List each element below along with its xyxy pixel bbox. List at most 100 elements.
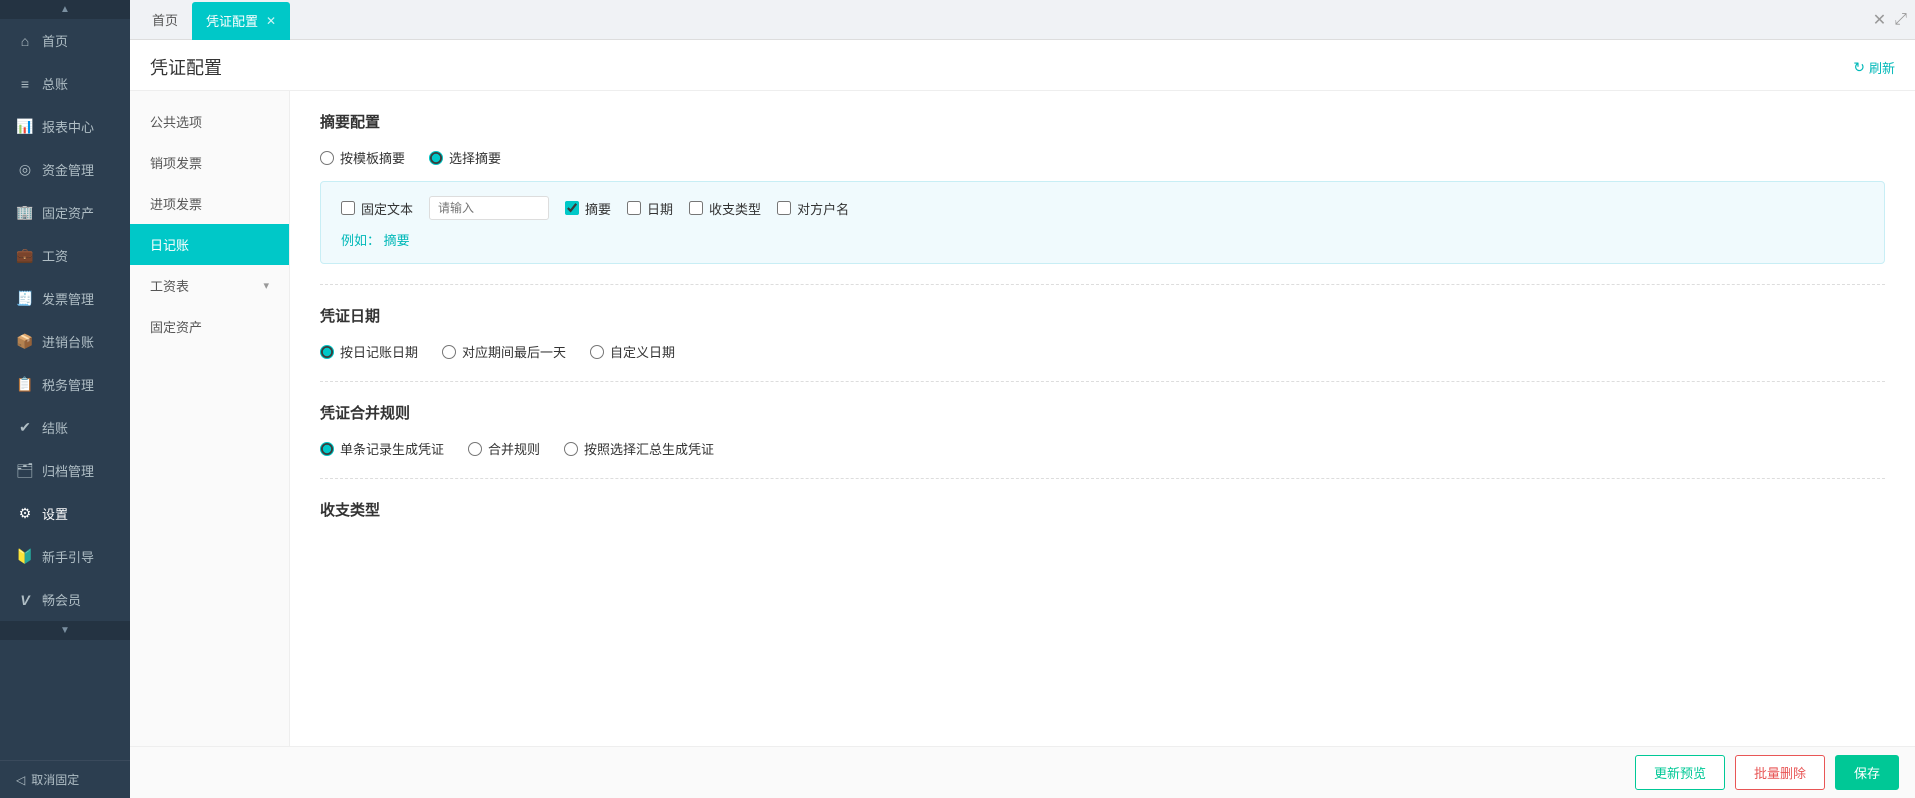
nav-sales[interactable]: 销项发票 [130,142,289,183]
content-area: 凭证配置 ↻ 刷新 公共选项 销项发票 进项发票 日记账 [130,40,1915,798]
select-merge-radio[interactable] [564,442,578,456]
sidebar-scroll-up[interactable]: ▲ [0,0,130,19]
date-checkbox[interactable] [627,201,641,215]
income-type-field[interactable]: 收支类型 [689,199,761,218]
summary-field[interactable]: 摘要 [565,199,611,218]
unpin-button[interactable]: ◁ 取消固定 [0,760,130,798]
invoice-icon: 🧾 [16,290,34,307]
sidebar-item-label: 畅会员 [42,590,81,609]
sidebar-item-ledger[interactable]: ≡ 总账 [0,62,130,105]
nav-public-label: 公共选项 [150,112,202,131]
template-radio[interactable] [320,151,334,165]
sidebar-item-invoice[interactable]: 🧾 发票管理 [0,277,130,320]
merge-radio[interactable] [468,442,482,456]
nav-payroll[interactable]: 工资表 ▾ [130,265,289,306]
journal-date-label: 按日记账日期 [340,342,418,361]
sidebar-item-home[interactable]: ⌂ 首页 [0,19,130,62]
save-button[interactable]: 保存 [1835,755,1899,790]
last-day-radio[interactable] [442,345,456,359]
nav-fixed-assets-label: 固定资产 [150,317,202,336]
tab-home[interactable]: 首页 [138,0,192,39]
sidebar-item-label: 税务管理 [42,375,94,394]
summary-config-box: 固定文本 摘要 日期 [320,181,1885,264]
single-record-option[interactable]: 单条记录生成凭证 [320,439,444,458]
merge-rule-section: 凭证合并规则 单条记录生成凭证 合并规则 按照选择汇总生成凭证 [320,402,1885,458]
layout: 公共选项 销项发票 进项发票 日记账 工资表 ▾ 固定资产 [130,91,1915,746]
single-record-radio[interactable] [320,442,334,456]
settings-icon: ⚙ [16,505,34,522]
summary-checkbox[interactable] [565,201,579,215]
custom-date-radio[interactable] [590,345,604,359]
fixed-text-input[interactable] [429,196,549,220]
tab-bar: 首页 凭证配置 ✕ ✕ ⤢ [130,0,1915,40]
summary-label: 摘要 [585,199,611,218]
journal-date-option[interactable]: 按日记账日期 [320,342,418,361]
tax-icon: 📋 [16,376,34,393]
income-type-checkbox[interactable] [689,201,703,215]
merge-option[interactable]: 合并规则 [468,439,540,458]
summary-option-select[interactable]: 选择摘要 [429,148,501,167]
tab-voucher-config-label: 凭证配置 [206,11,258,30]
nav-public[interactable]: 公共选项 [130,101,289,142]
tab-bar-actions: ✕ ⤢ [1873,10,1907,30]
tab-close-icon[interactable]: ✕ [266,14,276,28]
template-radio-label: 按模板摘要 [340,148,405,167]
update-preview-button[interactable]: 更新预览 [1635,755,1725,790]
nav-fixed-assets[interactable]: 固定资产 [130,306,289,347]
assets-icon: 🏢 [16,204,34,221]
journal-date-radio[interactable] [320,345,334,359]
last-day-option[interactable]: 对应期间最后一天 [442,342,566,361]
sidebar-item-label: 发票管理 [42,289,94,308]
date-field[interactable]: 日期 [627,199,673,218]
summary-section: 摘要配置 按模板摘要 选择摘要 [320,111,1885,264]
chevron-down-icon: ▾ [263,279,269,292]
right-content: 摘要配置 按模板摘要 选择摘要 [290,91,1915,746]
nav-journal[interactable]: 日记账 [130,224,289,265]
nav-purchase-inv[interactable]: 进项发票 [130,183,289,224]
sidebar-item-fund[interactable]: ◎ 资金管理 [0,148,130,191]
summary-fields-row: 固定文本 摘要 日期 [341,196,1864,220]
counterpart-label: 对方户名 [797,199,849,218]
sidebar-item-label: 资金管理 [42,160,94,179]
select-radio-label: 选择摘要 [449,148,501,167]
fund-icon: ◎ [16,161,34,178]
sidebar-scroll-down[interactable]: ▼ [0,621,130,640]
merge-rule-radio-group: 单条记录生成凭证 合并规则 按照选择汇总生成凭证 [320,439,1885,458]
sidebar-item-salary[interactable]: 💼 工资 [0,234,130,277]
sidebar-item-settle[interactable]: ✔ 结账 [0,406,130,449]
sidebar-item-report[interactable]: 📊 报表中心 [0,105,130,148]
refresh-icon: ↻ [1853,59,1865,76]
sidebar-item-purchase[interactable]: 📦 进销台账 [0,320,130,363]
expand-window-icon[interactable]: ⤢ [1894,11,1907,29]
sidebar-item-label: 归档管理 [42,461,94,480]
archive-icon: 🗂 [16,462,34,479]
close-window-icon[interactable]: ✕ [1873,10,1886,30]
summary-title: 摘要配置 [320,111,1885,132]
guide-icon: 🔰 [16,548,34,565]
select-radio[interactable] [429,151,443,165]
nav-purchase-inv-label: 进项发票 [150,194,202,213]
sidebar-item-assets[interactable]: 🏢 固定资产 [0,191,130,234]
fixed-text-field[interactable]: 固定文本 [341,199,413,218]
purchase-icon: 📦 [16,333,34,350]
select-merge-option[interactable]: 按照选择汇总生成凭证 [564,439,714,458]
refresh-button[interactable]: ↻ 刷新 [1853,58,1895,77]
fixed-text-checkbox[interactable] [341,201,355,215]
main-area: 首页 凭证配置 ✕ ✕ ⤢ 凭证配置 ↻ 刷新 公共选项 [130,0,1915,798]
sidebar-item-vip[interactable]: V 畅会员 [0,578,130,621]
sidebar-item-tax[interactable]: 📋 税务管理 [0,363,130,406]
sidebar-item-label: 工资 [42,246,68,265]
counterpart-field[interactable]: 对方户名 [777,199,849,218]
tab-home-label: 首页 [152,10,178,29]
sidebar-item-guide[interactable]: 🔰 新手引导 [0,535,130,578]
sidebar-item-archive[interactable]: 🗂 归档管理 [0,449,130,492]
summary-option-template[interactable]: 按模板摘要 [320,148,405,167]
last-day-label: 对应期间最后一天 [462,342,566,361]
batch-delete-button[interactable]: 批量删除 [1735,755,1825,790]
counterpart-checkbox[interactable] [777,201,791,215]
single-record-label: 单条记录生成凭证 [340,439,444,458]
custom-date-option[interactable]: 自定义日期 [590,342,675,361]
sidebar-item-settings[interactable]: ⚙ 设置 [0,492,130,535]
tab-voucher-config[interactable]: 凭证配置 ✕ [192,2,290,40]
sidebar-item-label: 报表中心 [42,117,94,136]
